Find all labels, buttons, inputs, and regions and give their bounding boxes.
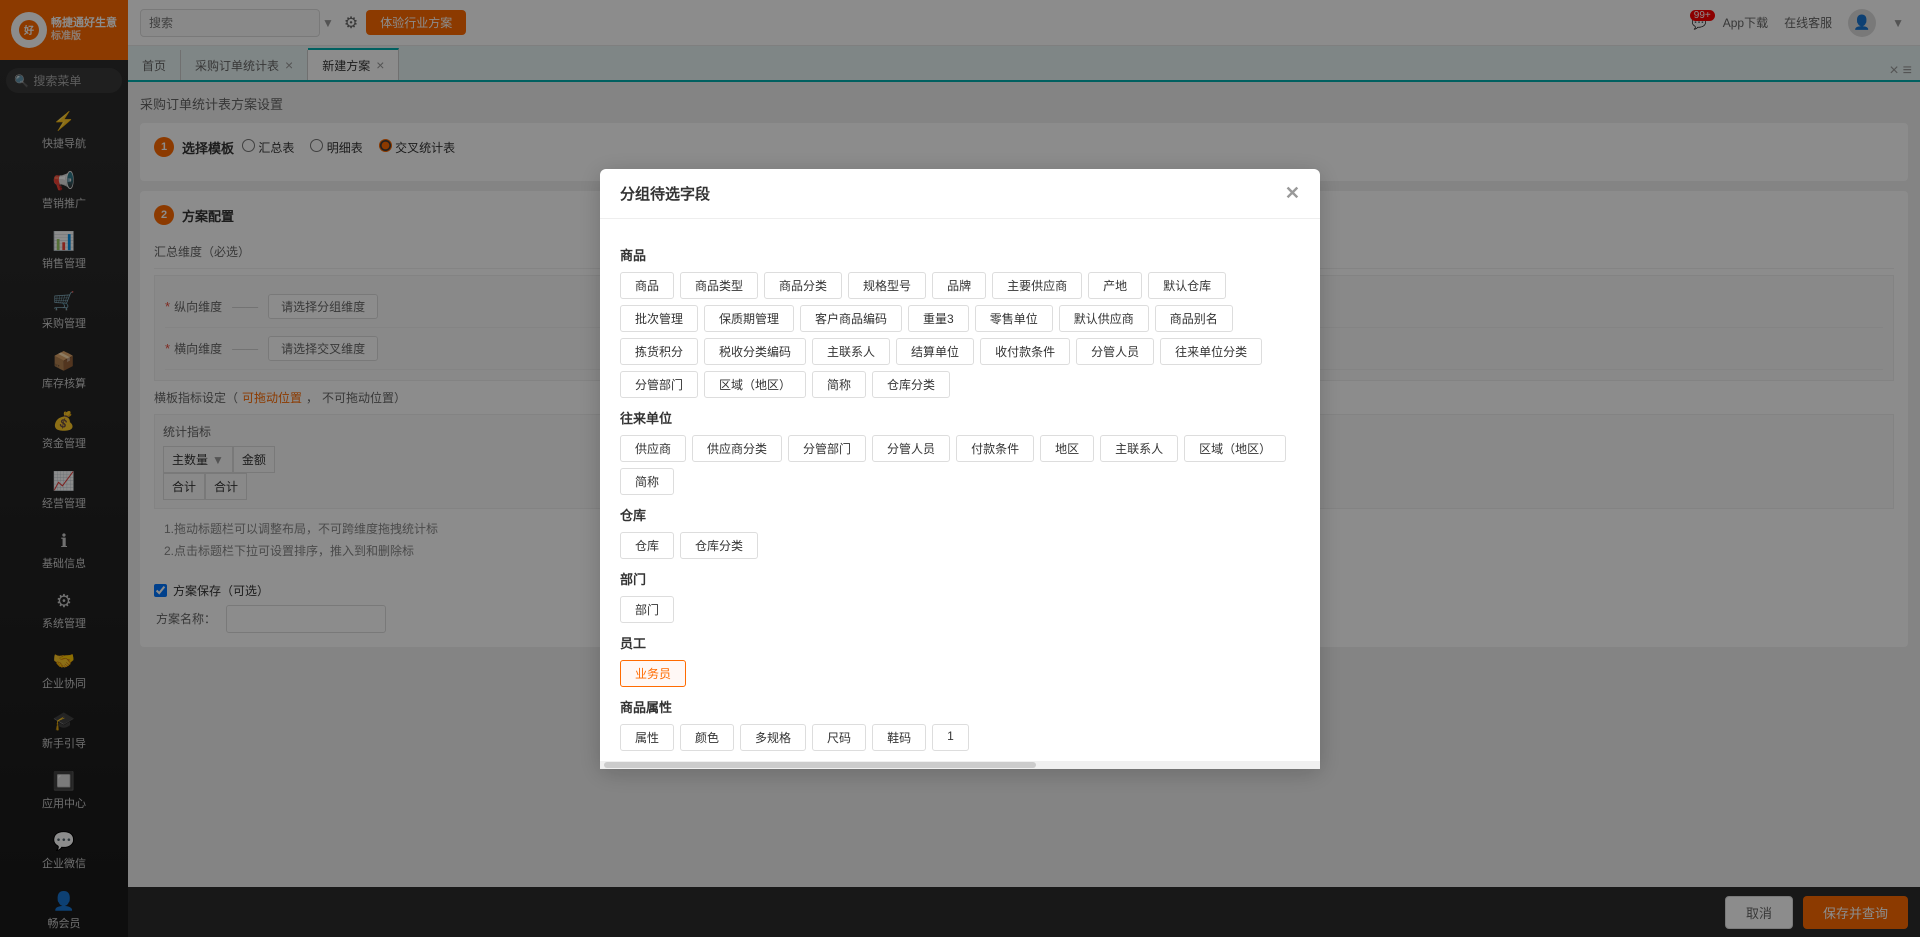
- field-tag[interactable]: 仓库分类: [872, 371, 950, 398]
- field-grid-warehouse: 仓库 仓库分类: [620, 532, 1300, 559]
- field-grid-dept: 部门: [620, 596, 1300, 623]
- field-tag[interactable]: 1: [932, 724, 969, 751]
- field-tag[interactable]: 主联系人: [812, 338, 890, 365]
- field-tag[interactable]: 重量3: [908, 305, 969, 332]
- modal-overlay: 分组待选字段 ✕ 商品 商品 商品类型 商品分类 规格型号 品牌 主要供应商 产…: [0, 0, 1920, 937]
- field-tag[interactable]: 付款条件: [956, 435, 1034, 462]
- field-tag[interactable]: 供应商分类: [692, 435, 782, 462]
- field-tag[interactable]: 拣货积分: [620, 338, 698, 365]
- field-tag[interactable]: 分管人员: [1076, 338, 1154, 365]
- field-tag[interactable]: 收付款条件: [980, 338, 1070, 365]
- field-tag[interactable]: 商品类型: [680, 272, 758, 299]
- field-tag[interactable]: 品牌: [932, 272, 986, 299]
- field-tag[interactable]: 分管人员: [872, 435, 950, 462]
- field-tag[interactable]: 商品别名: [1155, 305, 1233, 332]
- field-tag[interactable]: 默认仓库: [1148, 272, 1226, 299]
- field-grid-goods: 商品 商品类型 商品分类 规格型号 品牌 主要供应商 产地 默认仓库 批次管理 …: [620, 272, 1300, 398]
- field-tag[interactable]: 区域（地区）: [1184, 435, 1286, 462]
- field-grid-attr: 属性 颜色 多规格 尺码 鞋码 1: [620, 724, 1300, 751]
- modal-body[interactable]: 商品 商品 商品类型 商品分类 规格型号 品牌 主要供应商 产地 默认仓库 批次…: [600, 219, 1320, 762]
- field-tag[interactable]: 区域（地区）: [704, 371, 806, 398]
- field-tag[interactable]: 分管部门: [620, 371, 698, 398]
- field-tag[interactable]: 客户商品编码: [800, 305, 902, 332]
- field-grid-employee: 业务员: [620, 660, 1300, 687]
- section-title-partner: 往来单位: [620, 408, 1300, 427]
- field-tag[interactable]: 产地: [1088, 272, 1142, 299]
- section-title-employee: 员工: [620, 633, 1300, 652]
- field-tag[interactable]: 税收分类编码: [704, 338, 806, 365]
- field-tag[interactable]: 分管部门: [788, 435, 866, 462]
- field-tag-employee[interactable]: 业务员: [620, 660, 686, 687]
- field-tag[interactable]: 多规格: [740, 724, 806, 751]
- modal-close-button[interactable]: ✕: [1285, 183, 1300, 204]
- field-tag[interactable]: 部门: [620, 596, 674, 623]
- section-title-dept: 部门: [620, 569, 1300, 588]
- field-tag[interactable]: 地区: [1040, 435, 1094, 462]
- section-title-attr: 商品属性: [620, 697, 1300, 716]
- field-tag[interactable]: 规格型号: [848, 272, 926, 299]
- modal-header: 分组待选字段 ✕: [600, 169, 1320, 219]
- field-tag[interactable]: 主联系人: [1100, 435, 1178, 462]
- field-tag[interactable]: 仓库分类: [680, 532, 758, 559]
- section-title-goods: 商品: [620, 245, 1300, 264]
- modal-title: 分组待选字段: [620, 183, 710, 204]
- field-tag[interactable]: 结算单位: [896, 338, 974, 365]
- field-tag[interactable]: 保质期管理: [704, 305, 794, 332]
- field-tag[interactable]: 默认供应商: [1059, 305, 1149, 332]
- field-tag[interactable]: 颜色: [680, 724, 734, 751]
- field-tag[interactable]: 仓库: [620, 532, 674, 559]
- field-tag[interactable]: 批次管理: [620, 305, 698, 332]
- field-tag[interactable]: 尺码: [812, 724, 866, 751]
- field-select-modal: 分组待选字段 ✕ 商品 商品 商品类型 商品分类 规格型号 品牌 主要供应商 产…: [600, 169, 1320, 769]
- field-tag[interactable]: 供应商: [620, 435, 686, 462]
- field-tag[interactable]: 商品分类: [764, 272, 842, 299]
- field-tag[interactable]: 往来单位分类: [1160, 338, 1262, 365]
- field-tag[interactable]: 零售单位: [975, 305, 1053, 332]
- field-tag[interactable]: 属性: [620, 724, 674, 751]
- field-tag[interactable]: 简称: [620, 468, 674, 495]
- field-tag[interactable]: 鞋码: [872, 724, 926, 751]
- section-title-warehouse: 仓库: [620, 505, 1300, 524]
- scrollbar-thumb: [604, 762, 1036, 768]
- modal-scrollbar-h[interactable]: [600, 761, 1320, 768]
- field-grid-partner: 供应商 供应商分类 分管部门 分管人员 付款条件 地区 主联系人 区域（地区） …: [620, 435, 1300, 495]
- field-tag[interactable]: 商品: [620, 272, 674, 299]
- field-tag[interactable]: 主要供应商: [992, 272, 1082, 299]
- field-tag[interactable]: 简称: [812, 371, 866, 398]
